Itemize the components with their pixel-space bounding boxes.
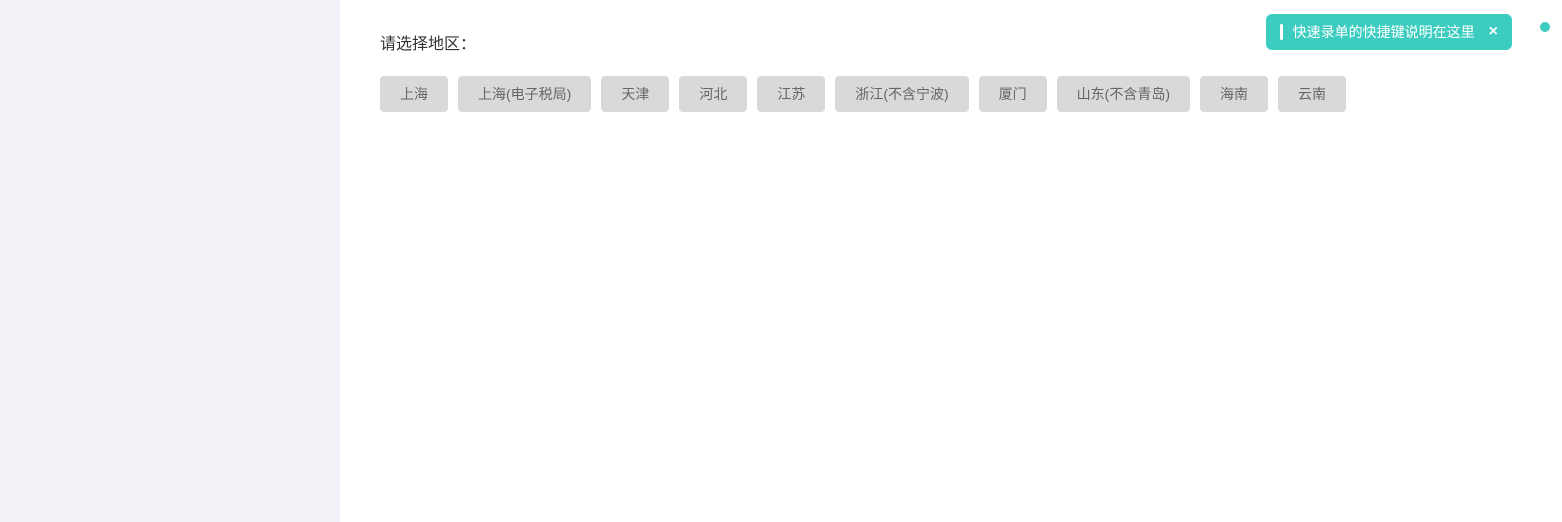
sidebar (0, 0, 340, 522)
region-buttons: 上海上海(电子税局) 天津河北江苏浙江(不含宁波) 厦门山东(不含青岛) 海南云南 (380, 76, 1532, 112)
region-button-hebei[interactable]: 河北 (679, 76, 747, 112)
region-button-shanghai-etax[interactable]: 上海(电子税局) (458, 76, 591, 112)
region-button-yunnan[interactable]: 云南 (1278, 76, 1346, 112)
region-button-hainan[interactable]: 海南 (1200, 76, 1268, 112)
region-button-tianjin[interactable]: 天津 (601, 76, 669, 112)
region-button-zhejiang[interactable]: 浙江(不含宁波) (835, 76, 968, 112)
tooltip-dot (1540, 22, 1550, 32)
tooltip-bar-line (1280, 24, 1283, 40)
region-button-jiangsu[interactable]: 江苏 (757, 76, 825, 112)
tooltip-close-button[interactable]: × (1489, 24, 1498, 40)
main-content: 快速录单的快捷键说明在这里 × 请选择地区： 上海上海(电子税局)天津河北江苏浙… (340, 0, 1562, 522)
region-button-shanghai[interactable]: 上海 (380, 76, 448, 112)
tooltip-bar: 快速录单的快捷键说明在这里 × (1266, 14, 1512, 50)
region-button-xiamen[interactable]: 厦门 (979, 76, 1047, 112)
region-button-shandong[interactable]: 山东(不含青岛) (1057, 76, 1190, 112)
tooltip-text: 快速录单的快捷键说明在这里 (1293, 22, 1475, 42)
